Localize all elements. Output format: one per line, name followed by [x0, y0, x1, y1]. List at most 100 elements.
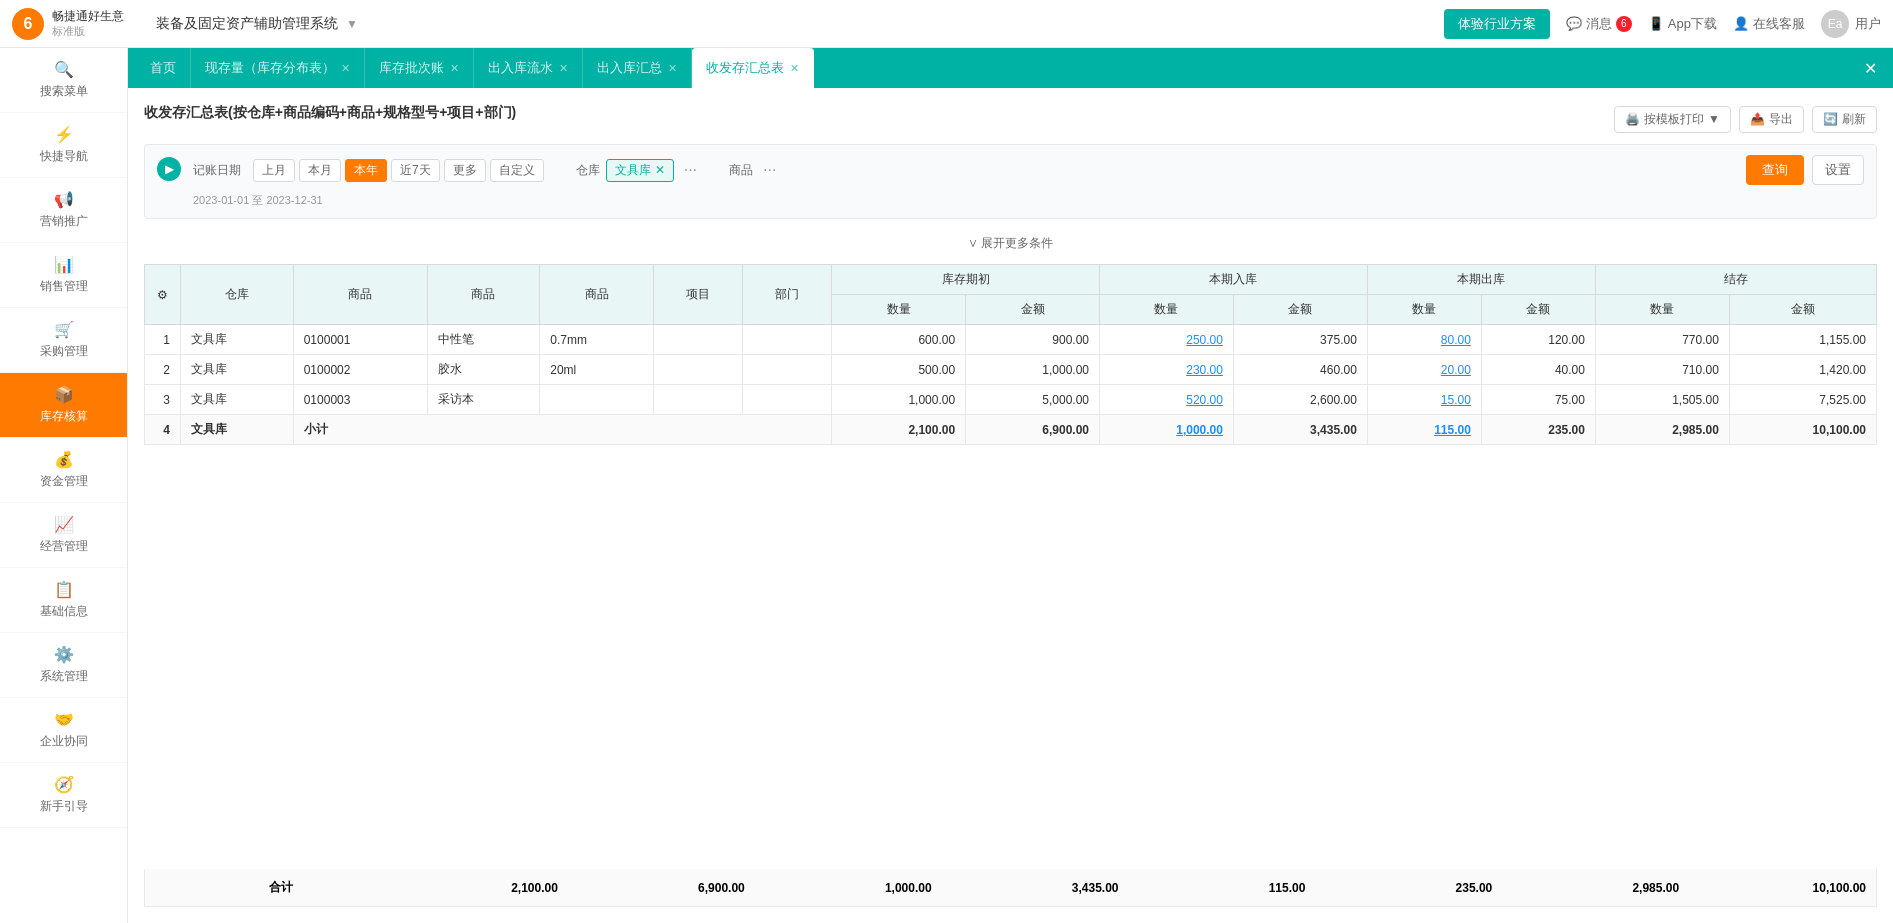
cell-in-qty: 250.00: [1100, 325, 1234, 355]
date-range-display: 2023-01-01 至 2023-12-31: [193, 193, 1864, 208]
warehouse-filter: 仓库 文具库 ✕ ···: [576, 159, 697, 182]
sidebar-item-finance[interactable]: 💰 资金管理: [0, 438, 127, 503]
date-btn-more[interactable]: 更多: [444, 159, 486, 182]
cell-opening-amt: 5,000.00: [966, 385, 1100, 415]
subtotal-out-qty: 115.00: [1367, 415, 1481, 445]
col-goods-code: 商品: [293, 265, 427, 325]
refresh-button[interactable]: 🔄 刷新: [1812, 106, 1877, 133]
sidebar-label-system: 系统管理: [40, 668, 88, 685]
sidebar-item-inventory[interactable]: 📦 库存核算: [0, 373, 127, 438]
system-title-area: 装备及固定资产辅助管理系统 ▼: [140, 15, 1444, 33]
col-project: 项目: [654, 265, 743, 325]
tab-inout-summary-close[interactable]: ✕: [668, 62, 677, 75]
avatar: Ea: [1821, 10, 1849, 38]
tab-batch-close[interactable]: ✕: [450, 62, 459, 75]
query-button[interactable]: 查询: [1746, 155, 1804, 185]
footer-out-amt: 235.00: [1315, 877, 1502, 899]
tab-stock-dist-label: 现存量（库存分布表）: [205, 59, 335, 77]
tab-stock-dist[interactable]: 现存量（库存分布表） ✕: [191, 48, 365, 88]
tab-batch[interactable]: 库存批次账 ✕: [365, 48, 474, 88]
tabbar-close-icon[interactable]: ✕: [1856, 59, 1885, 78]
subtotal-warehouse: 文具库: [181, 415, 294, 445]
date-btn-this-year[interactable]: 本年: [345, 159, 387, 182]
cell-goods-name: 采访本: [427, 385, 540, 415]
logo-area: 6 畅捷通好生意 标准版: [12, 8, 140, 40]
sidebar-item-operation[interactable]: 📈 经营管理: [0, 503, 127, 568]
footer-in-amt: 3,435.00: [942, 877, 1129, 899]
cell-out-qty: 20.00: [1367, 355, 1481, 385]
purchase-icon: 🛒: [54, 320, 74, 339]
goods-more-btn[interactable]: ···: [763, 161, 776, 179]
tab-bar: 首页 现存量（库存分布表） ✕ 库存批次账 ✕ 出入库流水 ✕ 出入库汇总 ✕ …: [128, 48, 1893, 88]
table-footer: 合计 2,100.00 6,900.00 1,000.00 3,435.00 1…: [144, 869, 1877, 907]
dropdown-arrow-icon[interactable]: ▼: [346, 17, 358, 31]
col-in-qty: 数量: [1100, 295, 1234, 325]
cell-opening-qty: 1,000.00: [832, 385, 966, 415]
date-btn-custom[interactable]: 自定义: [490, 159, 544, 182]
tab-inout-flow[interactable]: 出入库流水 ✕: [474, 48, 583, 88]
experience-button[interactable]: 体验行业方案: [1444, 9, 1550, 39]
expand-more-row[interactable]: ∨ 展开更多条件: [144, 231, 1877, 256]
app-download-link[interactable]: 📱 App下载: [1648, 15, 1717, 33]
cell-index: 1: [145, 325, 181, 355]
system-icon: ⚙️: [54, 645, 74, 664]
cell-opening-amt: 900.00: [966, 325, 1100, 355]
col-warehouse: 仓库: [181, 265, 294, 325]
enterprise-icon: 🤝: [54, 710, 74, 729]
refresh-icon: 🔄: [1823, 112, 1838, 126]
export-button[interactable]: 📤 导出: [1739, 106, 1804, 133]
cell-out-amt: 40.00: [1481, 355, 1595, 385]
footer-closing-amt: 10,100.00: [1689, 877, 1876, 899]
print-dropdown-icon: ▼: [1708, 112, 1720, 126]
sidebar-item-enterprise[interactable]: 🤝 企业协同: [0, 698, 127, 763]
tab-inout-flow-close[interactable]: ✕: [559, 62, 568, 75]
filter-settings-button[interactable]: 设置: [1812, 155, 1864, 185]
sidebar-label-search: 搜索菜单: [40, 83, 88, 100]
sidebar-item-system[interactable]: ⚙️ 系统管理: [0, 633, 127, 698]
print-template-button[interactable]: 🖨️ 按模板打印 ▼: [1614, 106, 1731, 133]
tab-inout-summary[interactable]: 出入库汇总 ✕: [583, 48, 692, 88]
tab-stock-dist-close[interactable]: ✕: [341, 62, 350, 75]
inventory-icon: 📦: [54, 385, 74, 404]
sidebar-item-search[interactable]: 🔍 搜索菜单: [0, 48, 127, 113]
tab-recv-send-close[interactable]: ✕: [790, 62, 799, 75]
date-btn-this-month[interactable]: 本月: [299, 159, 341, 182]
date-btn-7days[interactable]: 近7天: [391, 159, 440, 182]
subtotal-index: 4: [145, 415, 181, 445]
sidebar-item-purchase[interactable]: 🛒 采购管理: [0, 308, 127, 373]
cell-closing-qty: 1,505.00: [1595, 385, 1729, 415]
date-btn-last-month[interactable]: 上月: [253, 159, 295, 182]
page-content: 收发存汇总表(按仓库+商品编码+商品+规格型号+项目+部门) 🖨️ 按模板打印 …: [128, 88, 1893, 923]
expand-chevron-icon: ∨: [968, 236, 978, 250]
filter-collapse-btn[interactable]: ▶: [157, 157, 181, 181]
tab-recv-send[interactable]: 收发存汇总表 ✕: [692, 48, 814, 88]
cell-goods-spec: 20ml: [540, 355, 654, 385]
tab-home[interactable]: 首页: [136, 48, 191, 88]
cell-out-amt: 75.00: [1481, 385, 1595, 415]
sidebar-item-sales[interactable]: 📊 销售管理: [0, 243, 127, 308]
cell-opening-qty: 500.00: [832, 355, 966, 385]
gear-icon[interactable]: ⚙: [157, 288, 168, 302]
subtotal-in-amt: 3,435.00: [1233, 415, 1367, 445]
logo-text: 畅捷通好生意 标准版: [52, 9, 124, 39]
message-badge: 6: [1616, 16, 1632, 32]
online-service-link[interactable]: 👤 在线客服: [1733, 15, 1805, 33]
cell-closing-amt: 1,155.00: [1729, 325, 1876, 355]
cell-index: 3: [145, 385, 181, 415]
sidebar-item-quick-nav[interactable]: ⚡ 快捷导航: [0, 113, 127, 178]
subtotal-opening-qty: 2,100.00: [832, 415, 966, 445]
cell-out-qty: 15.00: [1367, 385, 1481, 415]
sidebar-item-marketing[interactable]: 📢 营销推广: [0, 178, 127, 243]
warehouse-more-btn[interactable]: ···: [684, 161, 697, 179]
footer-opening-qty: 2,100.00: [381, 877, 568, 899]
col-period-in-group: 本期入库: [1100, 265, 1368, 295]
message-link[interactable]: 💬 消息 6: [1566, 15, 1632, 33]
sidebar-label-quick-nav: 快捷导航: [40, 148, 88, 165]
subtotal-closing-amt: 10,100.00: [1729, 415, 1876, 445]
warehouse-tag-close[interactable]: ✕: [655, 163, 665, 177]
tab-batch-label: 库存批次账: [379, 59, 444, 77]
user-area[interactable]: Ea 用户: [1821, 10, 1881, 38]
sidebar-item-basic[interactable]: 📋 基础信息: [0, 568, 127, 633]
sidebar-item-guide[interactable]: 🧭 新手引导: [0, 763, 127, 828]
logo-icon: 6: [12, 8, 44, 40]
